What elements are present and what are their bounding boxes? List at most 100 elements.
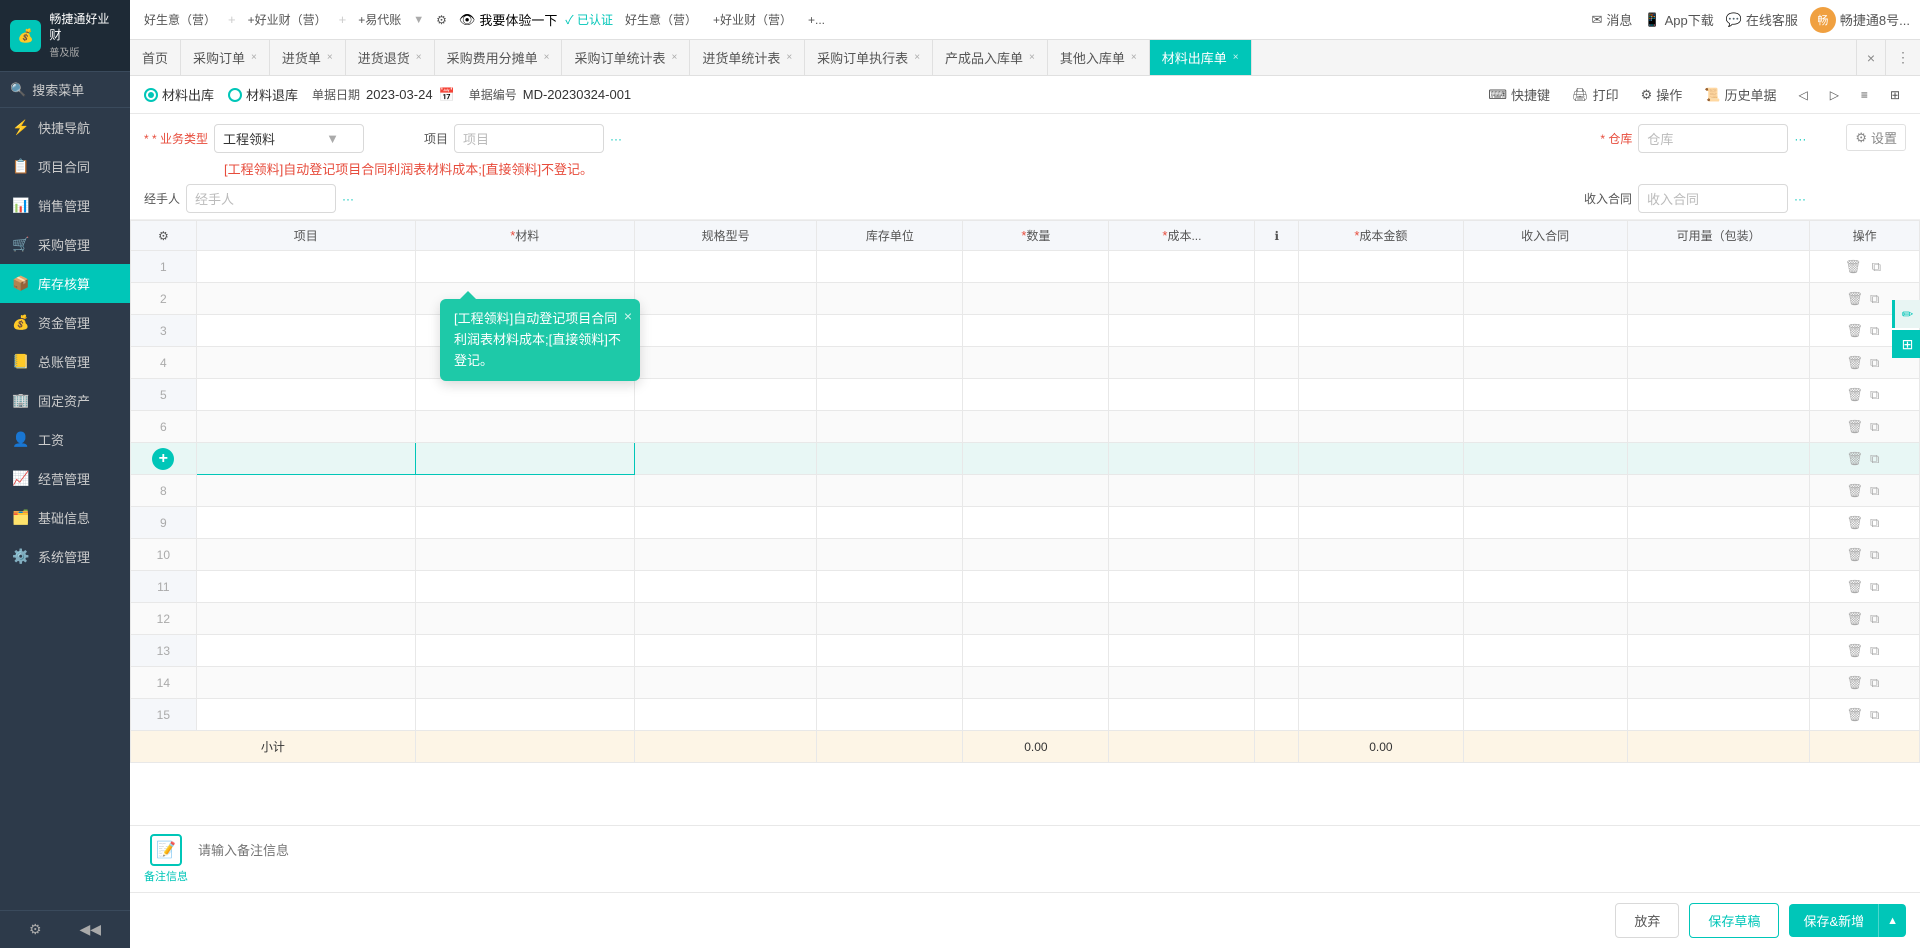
topbar-link-good-finance[interactable]: +好业财（营）: [244, 9, 331, 30]
tab-purchase-order-exec[interactable]: 采购订单执行表×: [805, 40, 933, 75]
sidebar-item-quick-nav[interactable]: ⚡ 快捷导航: [0, 108, 130, 147]
tab-goods-receipt-stats[interactable]: 进货单统计表×: [690, 40, 805, 75]
tab-close-goods-receipt[interactable]: ×: [327, 52, 333, 63]
sidebar-item-finance[interactable]: 💰 资金管理: [0, 303, 130, 342]
copy-row-btn[interactable]: ⧉: [1865, 609, 1885, 629]
delete-row-btn[interactable]: 🗑: [1845, 481, 1865, 501]
handler-input[interactable]: 经手人: [186, 184, 336, 213]
copy-row-btn[interactable]: ⧉: [1865, 577, 1885, 597]
topbar-message[interactable]: ✉ 消息: [1591, 10, 1632, 29]
topbar-online-service[interactable]: 💬 在线客服: [1726, 10, 1798, 29]
project-input[interactable]: 项目: [454, 124, 604, 153]
copy-row-btn[interactable]: ⧉: [1865, 385, 1885, 405]
tab-material-issue[interactable]: 材料出库单×: [1150, 40, 1252, 75]
delete-row-btn[interactable]: 🗑: [1845, 449, 1865, 469]
copy-row-btn[interactable]: ⧉: [1865, 417, 1885, 437]
copy-row-btn[interactable]: ⧉: [1865, 449, 1885, 469]
settings-btn[interactable]: ⚙ 设置: [1846, 124, 1906, 151]
cell-spec[interactable]: [634, 251, 817, 283]
sidebar-item-operations[interactable]: 📈 经营管理: [0, 459, 130, 498]
calendar-icon[interactable]: 📅: [439, 87, 455, 103]
save-draft-btn[interactable]: 保存草稿: [1689, 903, 1779, 938]
cell-qty[interactable]: [963, 251, 1109, 283]
topbar-link-more[interactable]: +...: [804, 11, 829, 29]
cell-cost-amount[interactable]: [1299, 283, 1463, 315]
delete-row-btn[interactable]: 🗑: [1845, 289, 1865, 309]
radio-material-issue[interactable]: [144, 88, 158, 102]
tab-purchase-order-stats[interactable]: 采购订单统计表×: [562, 40, 690, 75]
copy-row-btn[interactable]: ⧉: [1865, 545, 1885, 565]
tab-close-other-receipt[interactable]: ×: [1131, 52, 1137, 63]
topbar-user[interactable]: 畅 畅捷通8号...: [1810, 7, 1910, 33]
tooltip-close-btn[interactable]: ×: [624, 305, 632, 327]
nav-prev-btn[interactable]: ◁: [1792, 85, 1813, 105]
nav-next-btn[interactable]: ▷: [1824, 85, 1845, 105]
income-contract-dots-btn[interactable]: ···: [1794, 192, 1806, 206]
delete-row-btn[interactable]: 🗑: [1845, 705, 1865, 725]
save-new-dropdown-btn[interactable]: ▲: [1878, 904, 1906, 937]
cell-cost[interactable]: [1109, 251, 1255, 283]
delete-row-btn[interactable]: 🗑: [1843, 257, 1863, 277]
tab-purchase-expense[interactable]: 采购费用分摊单×: [435, 40, 563, 75]
copy-row-btn[interactable]: ⧉: [1865, 705, 1885, 725]
add-row-btn[interactable]: +: [152, 448, 174, 470]
cell-qty[interactable]: [963, 283, 1109, 315]
settings-icon[interactable]: ⚙: [29, 921, 42, 938]
copy-row-btn[interactable]: ⧉: [1865, 513, 1885, 533]
income-contract-input[interactable]: 收入合同: [1638, 184, 1788, 213]
topbar-dropdown-icon[interactable]: ▼: [413, 14, 424, 26]
tab-goods-receipt[interactable]: 进货单×: [270, 40, 346, 75]
tab-close-goods-receipt-stats[interactable]: ×: [786, 52, 792, 63]
topbar-link-2[interactable]: 好生意（营）: [621, 9, 701, 30]
tab-close-goods-return[interactable]: ×: [416, 52, 422, 63]
tab-close-purchase-order-exec[interactable]: ×: [914, 52, 920, 63]
topbar-settings-btn[interactable]: ⚙: [432, 11, 451, 29]
cell-unit[interactable]: [817, 251, 963, 283]
sidebar-item-payroll[interactable]: 👤 工资: [0, 420, 130, 459]
topbar-experience[interactable]: 👁 我要体验一下: [459, 10, 558, 29]
notes-input[interactable]: [198, 834, 1906, 876]
collapse-icon[interactable]: ◀◀: [79, 921, 101, 938]
copy-row-btn[interactable]: ⧉: [1865, 673, 1885, 693]
handler-dots-btn[interactable]: ···: [342, 192, 354, 206]
delete-row-btn[interactable]: 🗑: [1845, 417, 1865, 437]
delete-row-btn[interactable]: 🗑: [1845, 385, 1865, 405]
tab-goods-return[interactable]: 进货退货×: [346, 40, 435, 75]
sidebar-item-sales[interactable]: 📊 销售管理: [0, 186, 130, 225]
history-btn[interactable]: 📜 历史单据: [1698, 82, 1782, 107]
topbar-app-download[interactable]: 📱 App下载: [1644, 10, 1713, 29]
shortcut-key-btn[interactable]: ⌨ 快捷键: [1482, 82, 1556, 107]
delete-row-btn[interactable]: 🗑: [1845, 545, 1865, 565]
delete-row-btn[interactable]: 🗑: [1845, 513, 1865, 533]
radio-material-return[interactable]: [228, 88, 242, 102]
copy-row-btn[interactable]: ⧉: [1865, 321, 1885, 341]
sidebar-item-ledger[interactable]: 📒 总账管理: [0, 342, 130, 381]
search-menu[interactable]: 🔍 搜索菜单: [0, 72, 130, 108]
delete-row-btn[interactable]: 🗑: [1845, 641, 1865, 661]
sidebar-item-purchase[interactable]: 🛒 采购管理: [0, 225, 130, 264]
cell-unit[interactable]: [817, 283, 963, 315]
discard-btn[interactable]: 放弃: [1615, 903, 1679, 938]
warehouse-input[interactable]: 仓库: [1638, 124, 1788, 153]
project-dots-btn[interactable]: ···: [610, 132, 622, 146]
print-btn[interactable]: 🖨 打印: [1566, 82, 1625, 107]
tab-other-receipt[interactable]: 其他入库单×: [1048, 40, 1150, 75]
tab-close-material-issue[interactable]: ×: [1233, 52, 1239, 63]
cell-cost-amount[interactable]: [1299, 251, 1463, 283]
topbar-link-good-biz[interactable]: 好生意（营）: [140, 9, 220, 30]
list-view-btn[interactable]: ≡: [1855, 85, 1874, 105]
copy-row-btn[interactable]: ⧉: [1865, 289, 1885, 309]
cell-project[interactable]: [196, 283, 415, 315]
sidebar-item-fixed-assets[interactable]: 🏢 固定资产: [0, 381, 130, 420]
sidebar-item-sys-mgmt[interactable]: ⚙️ 系统管理: [0, 537, 130, 576]
sidebar-item-base-info[interactable]: 🗂️ 基础信息: [0, 498, 130, 537]
tab-purchase-order[interactable]: 采购订单×: [181, 40, 270, 75]
save-new-btn[interactable]: 保存&新增: [1789, 904, 1878, 937]
cell-material[interactable]: [415, 251, 634, 283]
grid-view-btn[interactable]: ⊞: [1884, 85, 1906, 105]
tab-close-purchase-order-stats[interactable]: ×: [671, 52, 677, 63]
copy-row-btn[interactable]: ⧉: [1865, 481, 1885, 501]
tab-finished-goods[interactable]: 产成品入库单×: [933, 40, 1048, 75]
right-float-table-icon[interactable]: ⊞: [1892, 330, 1920, 358]
tab-close-finished-goods[interactable]: ×: [1029, 52, 1035, 63]
